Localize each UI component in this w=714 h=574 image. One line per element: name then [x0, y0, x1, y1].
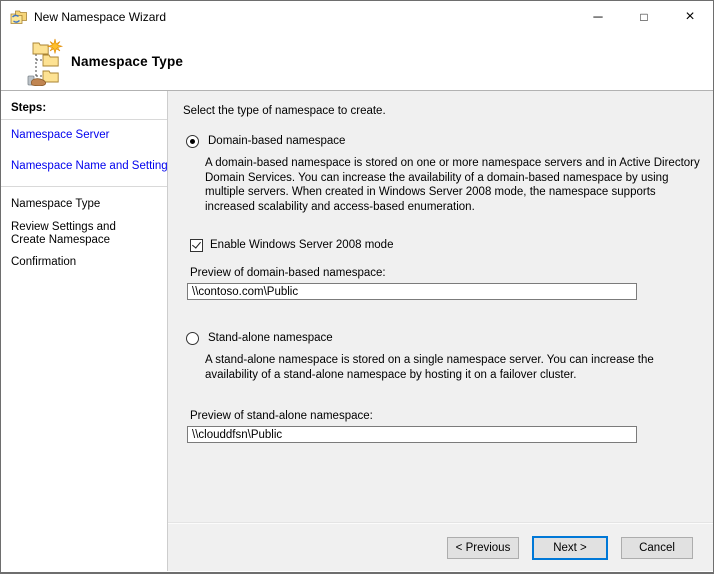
new-namespace-wizard-window: New Namespace Wizard ─ □ × Namespace Typ…: [0, 0, 714, 574]
radio-dot: [190, 138, 195, 144]
sidebar-item-confirmation: Confirmation: [11, 256, 77, 268]
window-controls: ─ □ ×: [575, 1, 713, 33]
namespace-folder-tree-icon: [27, 38, 64, 86]
stand-alone-preview-label: Preview of stand-alone namespace:: [190, 410, 373, 422]
stand-alone-radio[interactable]: [186, 331, 199, 345]
close-icon: ×: [685, 8, 695, 25]
maximize-icon: □: [640, 10, 648, 24]
main-panel: Select the type of namespace to create. …: [168, 91, 713, 571]
minimize-icon: ─: [593, 8, 603, 24]
stand-alone-preview-field[interactable]: [187, 426, 637, 443]
maximize-button[interactable]: □: [621, 1, 667, 33]
current-step-separator: [1, 186, 167, 187]
steps-heading: Steps:: [11, 102, 47, 114]
dfs-namespace-folders-icon: [10, 10, 27, 24]
domain-based-radio[interactable]: [186, 134, 199, 148]
wizard-header: Namespace Type: [1, 33, 713, 91]
title-bar[interactable]: New Namespace Wizard ─ □ ×: [1, 1, 713, 33]
stand-alone-description: A stand-alone namespace is stored on a s…: [205, 354, 654, 381]
page-title: Namespace Type: [71, 54, 184, 69]
wizard-body: Steps: Namespace Server Namespace Name a…: [1, 91, 713, 571]
cancel-button[interactable]: Cancel: [621, 536, 693, 559]
window-title: New Namespace Wizard: [34, 10, 167, 24]
close-button[interactable]: ×: [667, 1, 713, 33]
steps-sidebar: Steps: Namespace Server Namespace Name a…: [1, 91, 173, 571]
domain-preview-label: Preview of domain-based namespace:: [190, 267, 386, 279]
domain-based-description: A domain-based namespace is stored on on…: [205, 157, 700, 213]
sidebar-item-namespace-type: Namespace Type: [11, 198, 101, 210]
steps-separator: [1, 119, 167, 120]
domain-preview-field[interactable]: [187, 283, 637, 300]
minimize-button[interactable]: ─: [575, 1, 621, 33]
sidebar-item-namespace-server[interactable]: Namespace Server: [1, 129, 167, 142]
sidebar-item-review-settings-and-create-namespace: Review Settings and Create Namespace: [11, 221, 116, 246]
enable-2008-mode-label[interactable]: Enable Windows Server 2008 mode: [210, 238, 393, 252]
domain-based-radio-label[interactable]: Domain-based namespace: [208, 134, 345, 148]
enable-2008-mode-checkbox[interactable]: [190, 238, 203, 252]
stand-alone-radio-label[interactable]: Stand-alone namespace: [208, 331, 333, 345]
button-bar: < Previous Next > Cancel: [168, 523, 713, 571]
domain-based-option-row: Domain-based namespace: [183, 134, 713, 148]
sidebar-item-namespace-name-and-settings[interactable]: Namespace Name and Settings: [1, 160, 173, 173]
intro-text: Select the type of namespace to create.: [183, 105, 386, 117]
next-button[interactable]: Next >: [532, 535, 608, 560]
previous-button[interactable]: < Previous: [447, 536, 519, 559]
server-2008-mode-row: Enable Windows Server 2008 mode: [190, 238, 713, 252]
stand-alone-option-row: Stand-alone namespace: [183, 331, 713, 345]
